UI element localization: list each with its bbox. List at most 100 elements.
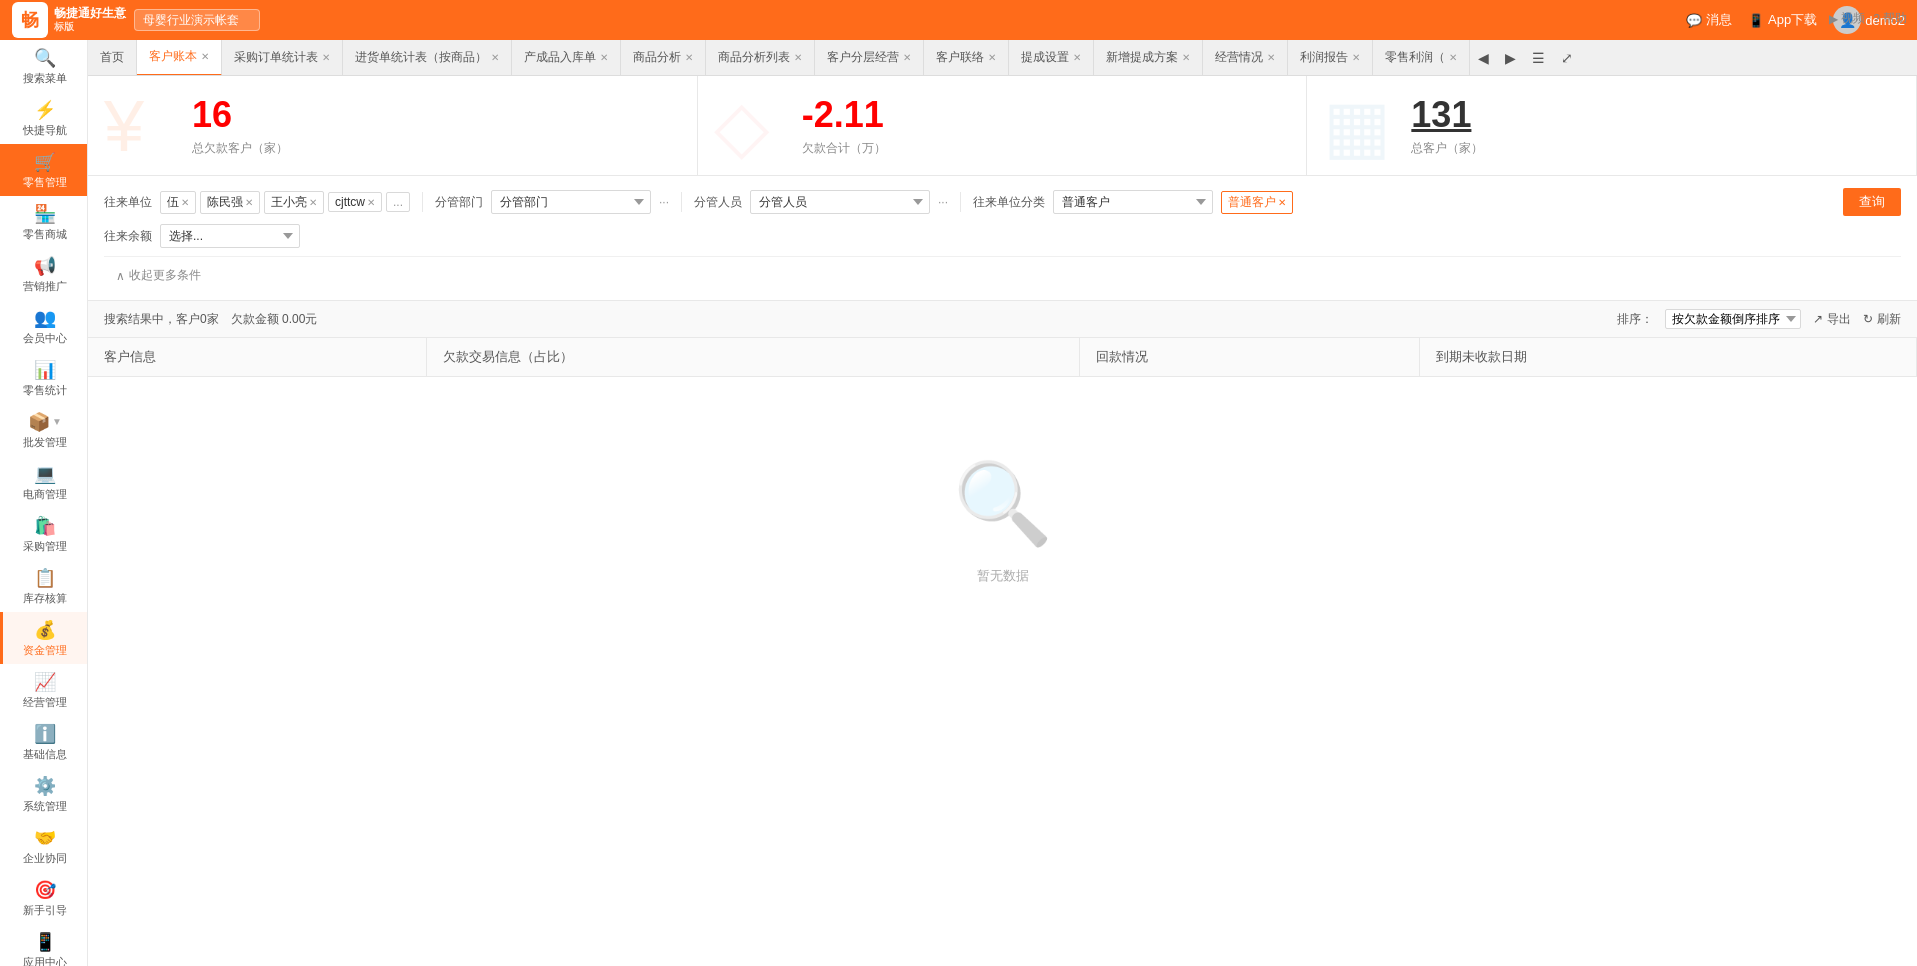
tab-production-inbound-label: 产成品入库单 [524,49,596,66]
sidebar-label-operations: 经营管理 [23,695,67,710]
sidebar-item-quick-nav[interactable]: ⚡ 快捷导航 [0,92,87,144]
sidebar-item-marketing[interactable]: 📢 营销推广 [0,248,87,300]
sidebar-label-batch: 批发管理 [23,435,67,450]
sidebar-item-search-menu[interactable]: 🔍 搜索菜单 [0,40,87,92]
tab-operations-status-close[interactable]: ✕ [1267,52,1275,63]
tab-operations-status[interactable]: 经营情况 ✕ [1203,40,1288,76]
message-btn[interactable]: 💬 消息 [1686,11,1732,29]
remaining-select[interactable]: 选择... [160,224,300,248]
tab-customer-contact-label: 客户联络 [936,49,984,66]
sidebar-item-retail[interactable]: 🛒 零售管理 [0,144,87,196]
sidebar-item-inventory[interactable]: 📋 库存核算 [0,560,87,612]
tab-purchase-close[interactable]: ✕ [322,52,330,63]
tab-production-inbound[interactable]: 产成品入库单 ✕ [512,40,621,76]
app-download-btn[interactable]: 📱 App下载 [1748,11,1817,29]
tab-customer-tier-close[interactable]: ✕ [903,52,911,63]
refresh-btn[interactable]: ↻ 刷新 [1863,311,1901,328]
tab-customer-contact-close[interactable]: ✕ [988,52,996,63]
tab-home[interactable]: 首页 [88,40,137,76]
tab-reminder-settings[interactable]: 提成设置 ✕ [1009,40,1094,76]
tab-product-analysis-list[interactable]: 商品分析列表 ✕ [706,40,815,76]
sidebar-item-purchase[interactable]: 🛍️ 采购管理 [0,508,87,560]
sidebar-item-system[interactable]: ⚙️ 系统管理 [0,768,87,820]
tab-maximize[interactable]: ⤢ [1553,40,1581,76]
tab-profit-report-label: 利润报告 [1300,49,1348,66]
filter-tag-wu-close[interactable]: ✕ [181,197,189,208]
system-icon: ⚙️ [34,775,56,797]
sort-label: 排序： [1617,311,1653,328]
tab-reminder-settings-close[interactable]: ✕ [1073,52,1081,63]
tab-new-achievement[interactable]: 新增提成方案 ✕ [1094,40,1203,76]
tab-production-close[interactable]: ✕ [600,52,608,63]
tab-new-achievement-close[interactable]: ✕ [1182,52,1190,63]
company-dropdown[interactable]: 母婴行业演示帐套 [134,9,260,31]
sidebar-item-enterprise[interactable]: 🤝 企业协同 [0,820,87,872]
tab-customer-contact[interactable]: 客户联络 ✕ [924,40,1009,76]
member-center-icon: 👥 [34,307,56,329]
tab-customer-accounts-close[interactable]: ✕ [201,51,209,62]
filter-tag-chen-close[interactable]: ✕ [245,197,253,208]
tab-purchase-order-stats-label: 采购订单统计表 [234,49,318,66]
tab-nav-menu[interactable]: ☰ [1524,40,1553,76]
tab-nav-next[interactable]: ▶ [1497,40,1524,76]
filter-tag-wang-close[interactable]: ✕ [309,197,317,208]
sidebar-item-retail-mall[interactable]: 🏪 零售商城 [0,196,87,248]
sidebar-item-retail-stats[interactable]: 📊 零售统计 [0,352,87,404]
filter-tags-unit: 伍 ✕ 陈民强 ✕ 王小亮 ✕ [160,191,410,214]
tab-inbound-close[interactable]: ✕ [491,52,499,63]
sidebar-item-new-guide[interactable]: 🎯 新手引导 [0,872,87,924]
branch-person-more-icon[interactable]: ··· [938,195,948,209]
branch-dept-more-icon[interactable]: ··· [659,195,669,209]
sidebar-item-ecommerce[interactable]: 💻 电商管理 [0,456,87,508]
app-logo: 畅 畅捷通好生意 标版 [12,2,126,38]
tab-product-analysis-close[interactable]: ✕ [685,52,693,63]
in-unit-label: 往来单位 [104,194,152,211]
export-icon: ↗ [1813,312,1823,326]
tab-product-analysis-list-label: 商品分析列表 [718,49,790,66]
tab-product-analysis[interactable]: 商品分析 ✕ [621,40,706,76]
tab-inbound-stats[interactable]: 进货单统计表（按商品） ✕ [343,40,512,76]
branch-person-select[interactable]: 分管人员 [750,190,930,214]
new-guide-icon: 🎯 [34,879,56,901]
tab-retail-profit-close[interactable]: ✕ [1449,52,1457,63]
stat-total-customers-content: 131 总客户（家） [1331,94,1483,157]
sort-select[interactable]: 按欠款金额倒序排序 [1665,309,1801,329]
sidebar-label-quick-nav: 快捷导航 [23,123,67,138]
sidebar-item-finance[interactable]: 💰 资金管理 [0,612,87,664]
collapse-btn[interactable]: ∧ 收起更多条件 [104,263,1901,288]
sidebar-label-enterprise: 企业协同 [23,851,67,866]
company-select[interactable]: 母婴行业演示帐套 [134,9,260,31]
enterprise-icon: 🤝 [34,827,56,849]
filter-tag-cjttcw-close[interactable]: ✕ [367,197,375,208]
tab-profit-report-close[interactable]: ✕ [1352,52,1360,63]
tab-retail-profit[interactable]: 零售利润（ ✕ [1373,40,1470,76]
sidebar-label-purchase: 采购管理 [23,539,67,554]
filter-tag-normal-close[interactable]: ✕ [1278,197,1286,208]
sidebar-item-operations[interactable]: 📈 经营管理 [0,664,87,716]
ecommerce-icon: 💻 [34,463,56,485]
sidebar-item-app-center[interactable]: 📱 应用中心 [0,924,87,966]
tab-nav-prev[interactable]: ◀ [1470,40,1497,76]
th-repayment: 回款情况 [1079,338,1419,377]
branch-dept-select[interactable]: 分管部门 [491,190,651,214]
tab-customer-tier[interactable]: 客户分层经营 ✕ [815,40,924,76]
tab-product-analysis-list-close[interactable]: ✕ [794,52,802,63]
tab-customer-accounts[interactable]: 客户账本 ✕ [137,40,222,76]
search-button[interactable]: 查询 [1843,188,1901,216]
sidebar-item-batch[interactable]: 📦 ▼ 批发管理 [0,404,87,456]
sidebar-label-retail-mall: 零售商城 [23,227,67,242]
empty-state: 🔍 暂无数据 [88,377,1917,665]
filter-tag-wu: 伍 ✕ [160,191,196,214]
sidebar-item-member-center[interactable]: 👥 会员中心 [0,300,87,352]
export-btn[interactable]: ↗ 导出 [1813,311,1851,328]
sidebar-item-basic-info[interactable]: ℹ️ 基础信息 [0,716,87,768]
unit-category-select[interactable]: 普通客户 [1053,190,1213,214]
tab-profit-report[interactable]: 利润报告 ✕ [1288,40,1373,76]
tab-purchase-order-stats[interactable]: 采购订单统计表 ✕ [222,40,343,76]
th-overdue-transaction: 欠款交易信息（占比） [426,338,1079,377]
filter-more-tags-btn[interactable]: ... [386,192,410,212]
data-table: 客户信息 欠款交易信息（占比） 回款情况 到期未收款日期 [88,338,1917,377]
logo-icon: 畅 [12,2,48,38]
basic-info-icon: ℹ️ [34,723,56,745]
sidebar-label-finance: 资金管理 [23,643,67,658]
